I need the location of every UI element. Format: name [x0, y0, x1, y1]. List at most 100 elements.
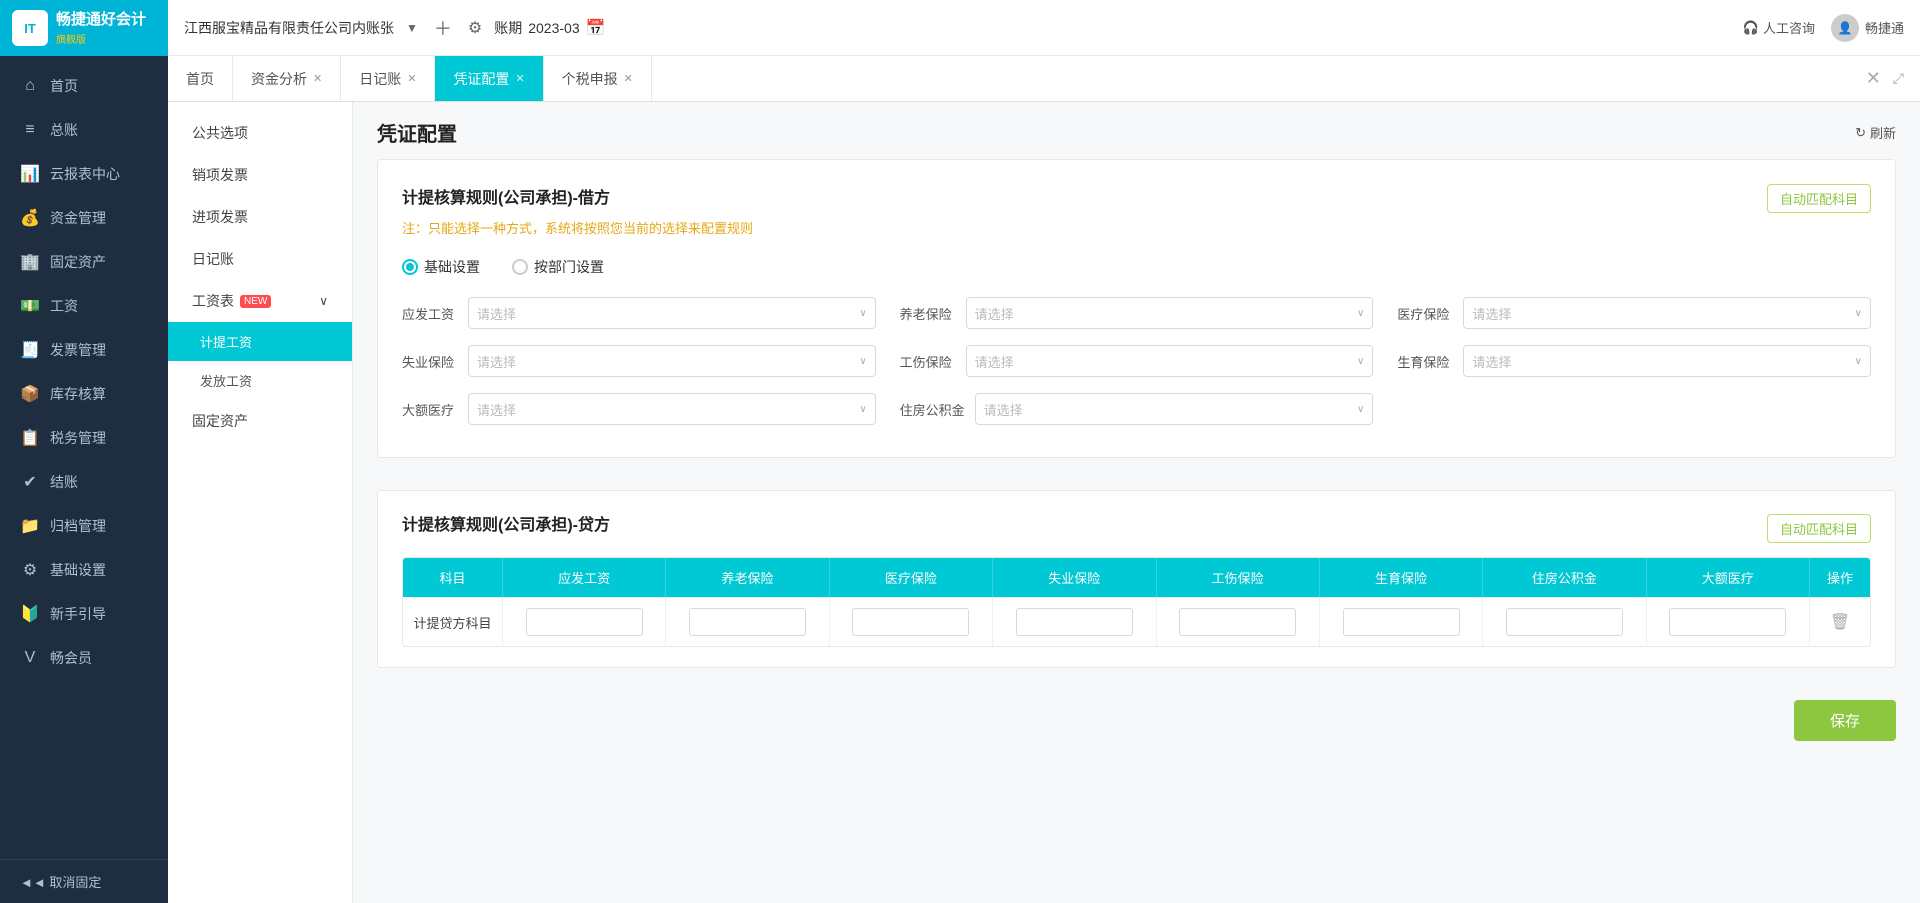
user-menu[interactable]: 👤 畅捷通 — [1831, 14, 1904, 42]
sidebar-item-label: 结账 — [50, 472, 78, 492]
company-dropdown-icon[interactable]: ▼ — [406, 21, 418, 35]
sidebar-item-label: 发票管理 — [50, 340, 106, 360]
input-zfgjj[interactable] — [1506, 608, 1623, 636]
select-dely[interactable]: 请选择 ∨ — [468, 393, 876, 425]
sidebar-item-guide[interactable]: 🔰 新手引导 — [0, 592, 168, 636]
app-name: 畅捷通好会计 — [56, 11, 146, 29]
logo-icon: IT — [12, 10, 48, 46]
tab-home[interactable]: 首页 — [168, 56, 233, 101]
input-ylbx2[interactable] — [852, 608, 969, 636]
left-panel-fixed-asset[interactable]: 固定资产 — [168, 400, 352, 442]
sidebar-item-home[interactable]: ⌂ 首页 — [0, 64, 168, 108]
expand-button[interactable]: ⤢ — [1893, 70, 1904, 87]
tab-voucher[interactable]: 凭证配置 ✕ — [435, 56, 543, 101]
select-ylbx[interactable]: 请选择 ∨ — [966, 297, 1374, 329]
select-zfgjj[interactable]: 请选择 ∨ — [975, 393, 1374, 425]
sidebar-item-label: 云报表中心 — [50, 164, 120, 184]
refresh-button[interactable]: ↻ 刷新 — [1855, 123, 1896, 142]
input-ylbx[interactable] — [689, 608, 806, 636]
content-area: 公共选项 销项发票 进项发票 日记账 工资表 NEW ∨ 计提工资 发放工资 — [168, 102, 1920, 903]
left-panel-pay-salary[interactable]: 发放工资 — [168, 361, 352, 400]
tab-voucher-close[interactable]: ✕ — [515, 72, 524, 85]
left-panel-purchase[interactable]: 进项发票 — [168, 196, 352, 238]
sidebar-item-settlement[interactable]: ✔ 结账 — [0, 460, 168, 504]
left-panel-calc-salary[interactable]: 计提工资 — [168, 322, 352, 361]
tabs-bar: 首页 资金分析 ✕ 日记账 ✕ 凭证配置 ✕ 个税申报 ✕ ✕ ⤢ — [168, 56, 1920, 102]
service-button[interactable]: 🎧 人工咨询 — [1743, 18, 1815, 37]
calendar-icon[interactable]: 📅 — [586, 18, 606, 38]
tax-icon: 📋 — [20, 428, 40, 448]
service-label: 人工咨询 — [1763, 18, 1815, 37]
sidebar-item-archive[interactable]: 📁 归档管理 — [0, 504, 168, 548]
sidebar-item-ledger[interactable]: ≡ 总账 — [0, 108, 168, 152]
form-row-ylbx: 养老保险 请选择 ∨ — [900, 297, 1374, 329]
sidebar-item-fund[interactable]: 💰 资金管理 — [0, 196, 168, 240]
app-logo: IT 畅捷通好会计 旗舰版 — [0, 0, 168, 56]
label-dely: 大额医疗 — [402, 400, 458, 419]
select-ylbx2[interactable]: 请选择 ∨ — [1463, 297, 1871, 329]
sidebar-item-asset[interactable]: 🏢 固定资产 — [0, 240, 168, 284]
delete-row-icon[interactable]: 🗑 — [1830, 612, 1850, 632]
radio-basic-label: 基础设置 — [424, 257, 480, 277]
input-gsbx[interactable] — [1179, 608, 1296, 636]
select-sybx2[interactable]: 请选择 ∨ — [1463, 345, 1871, 377]
tab-tax-close[interactable]: ✕ — [624, 72, 633, 85]
input-yfgz[interactable] — [526, 608, 643, 636]
settlement-icon: ✔ — [20, 472, 40, 492]
td-sybx[interactable] — [993, 598, 1156, 646]
select-yfgz-placeholder: 请选择 — [477, 304, 516, 323]
radio-dept[interactable]: 按部门设置 — [512, 257, 604, 277]
td-zfgjj[interactable] — [1483, 598, 1646, 646]
input-dely[interactable] — [1669, 608, 1786, 636]
tab-tax[interactable]: 个税申报 ✕ — [544, 56, 652, 101]
sidebar-item-salary[interactable]: 💵 工资 — [0, 284, 168, 328]
save-button[interactable]: 保存 — [1794, 700, 1896, 741]
add-company-button[interactable]: ＋ — [434, 15, 452, 41]
sidebar-item-tax[interactable]: 📋 税务管理 — [0, 416, 168, 460]
sidebar-item-reports[interactable]: 📊 云报表中心 — [0, 152, 168, 196]
select-gsbx[interactable]: 请选择 ∨ — [966, 345, 1374, 377]
period-value: 2023-03 — [528, 20, 579, 36]
settings-icon[interactable]: ⚙ — [468, 18, 482, 38]
sidebar-item-label: 首页 — [50, 76, 78, 96]
left-panel-public[interactable]: 公共选项 — [168, 112, 352, 154]
credit-auto-match-button[interactable]: 自动匹配科目 — [1767, 514, 1871, 543]
close-all-tabs-button[interactable]: ✕ — [1866, 68, 1881, 89]
td-ylbx2[interactable] — [830, 598, 993, 646]
left-panel-salary-table[interactable]: 工资表 NEW ∨ — [168, 280, 352, 322]
tab-diary[interactable]: 日记账 ✕ — [341, 56, 435, 101]
debit-auto-match-button[interactable]: 自动匹配科目 — [1767, 184, 1871, 213]
left-panel-sales[interactable]: 销项发票 — [168, 154, 352, 196]
radio-basic[interactable]: 基础设置 — [402, 257, 480, 277]
basic-icon: ⚙ — [20, 560, 40, 580]
sidebar-item-inventory[interactable]: 📦 库存核算 — [0, 372, 168, 416]
sidebar-item-vip[interactable]: V 畅会员 — [0, 636, 168, 680]
table-row: 计提贷方科目 🗑 — [403, 597, 1870, 646]
input-sybx[interactable] — [1016, 608, 1133, 636]
tab-diary-label: 日记账 — [359, 69, 401, 89]
tab-fund[interactable]: 资金分析 ✕ — [233, 56, 341, 101]
chevron-down-icon: ∨ — [1855, 308, 1862, 319]
td-sybx2[interactable] — [1320, 598, 1483, 646]
td-dely[interactable] — [1647, 598, 1810, 646]
td-ylbx[interactable] — [666, 598, 829, 646]
sidebar-item-basic[interactable]: ⚙ 基础设置 — [0, 548, 168, 592]
sidebar-item-invoice[interactable]: 🧾 发票管理 — [0, 328, 168, 372]
select-yfgz[interactable]: 请选择 ∨ — [468, 297, 876, 329]
pay-salary-label: 发放工资 — [200, 374, 252, 389]
tab-fund-close[interactable]: ✕ — [313, 72, 322, 85]
debit-section-title: 计提核算规则(公司承担)-借方 — [402, 184, 753, 208]
archive-icon: 📁 — [20, 516, 40, 536]
credit-section-title: 计提核算规则(公司承担)-贷方 — [402, 511, 610, 535]
asset-icon: 🏢 — [20, 252, 40, 272]
td-yfgz[interactable] — [503, 598, 666, 646]
td-gsbx[interactable] — [1157, 598, 1320, 646]
tab-diary-close[interactable]: ✕ — [407, 72, 416, 85]
label-ylbx2: 医疗保险 — [1397, 304, 1453, 323]
unpin-button[interactable]: ◄◄ 取消固定 — [0, 859, 168, 903]
td-action[interactable]: 🗑 — [1810, 598, 1870, 646]
left-panel-diary[interactable]: 日记账 — [168, 238, 352, 280]
select-sybx[interactable]: 请选择 ∨ — [468, 345, 876, 377]
form-row-dely: 大额医疗 请选择 ∨ — [402, 393, 876, 425]
input-sybx2[interactable] — [1343, 608, 1460, 636]
